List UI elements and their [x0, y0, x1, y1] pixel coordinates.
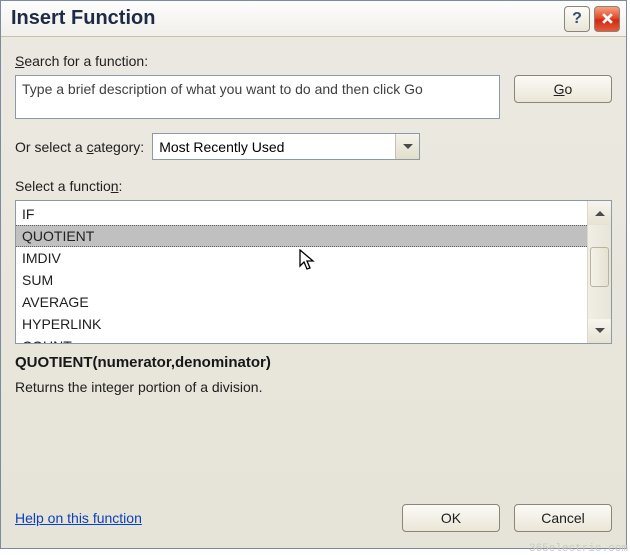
function-listbox[interactable]: IF QUOTIENT IMDIV SUM AVERAGE HYPERLINK …: [15, 200, 612, 344]
list-item[interactable]: HYPERLINK: [16, 313, 587, 335]
scroll-thumb[interactable]: [590, 247, 609, 287]
scroll-down-button[interactable]: [588, 319, 611, 343]
category-selected-value: Most Recently Used: [159, 139, 284, 155]
scrollbar[interactable]: [587, 201, 611, 343]
watermark: 365electric.com: [529, 543, 628, 555]
list-item[interactable]: IF: [16, 203, 587, 225]
list-item[interactable]: QUOTIENT: [16, 225, 587, 247]
scroll-track[interactable]: [588, 225, 611, 319]
list-item[interactable]: AVERAGE: [16, 291, 587, 313]
help-icon: ?: [572, 10, 582, 28]
function-list-items: IF QUOTIENT IMDIV SUM AVERAGE HYPERLINK …: [16, 201, 587, 343]
list-item[interactable]: SUM: [16, 269, 587, 291]
ok-button[interactable]: OK: [402, 504, 500, 532]
list-item[interactable]: COUNT: [16, 335, 587, 343]
titlebar-close-button[interactable]: [594, 6, 620, 32]
chevron-down-icon: [395, 134, 419, 159]
scroll-up-button[interactable]: [588, 201, 611, 225]
go-button[interactable]: Go: [514, 75, 612, 103]
help-link[interactable]: Help on this function: [15, 510, 142, 526]
search-label: Search for a function:: [15, 53, 612, 69]
close-icon: [601, 12, 614, 25]
search-input[interactable]: Type a brief description of what you wan…: [15, 75, 500, 119]
titlebar-help-button[interactable]: ?: [564, 6, 590, 32]
function-list-label: Select a function:: [15, 178, 612, 194]
category-select[interactable]: Most Recently Used: [152, 133, 420, 160]
insert-function-dialog: Insert Function ? Search for a function:…: [0, 0, 627, 549]
category-label: Or select a category:: [15, 139, 144, 155]
dialog-title: Insert Function: [11, 7, 560, 30]
titlebar: Insert Function ?: [1, 1, 626, 37]
function-signature: QUOTIENT(numerator,denominator): [15, 354, 612, 371]
function-description: Returns the integer portion of a divisio…: [15, 379, 612, 395]
cancel-button[interactable]: Cancel: [514, 504, 612, 532]
list-item[interactable]: IMDIV: [16, 247, 587, 269]
